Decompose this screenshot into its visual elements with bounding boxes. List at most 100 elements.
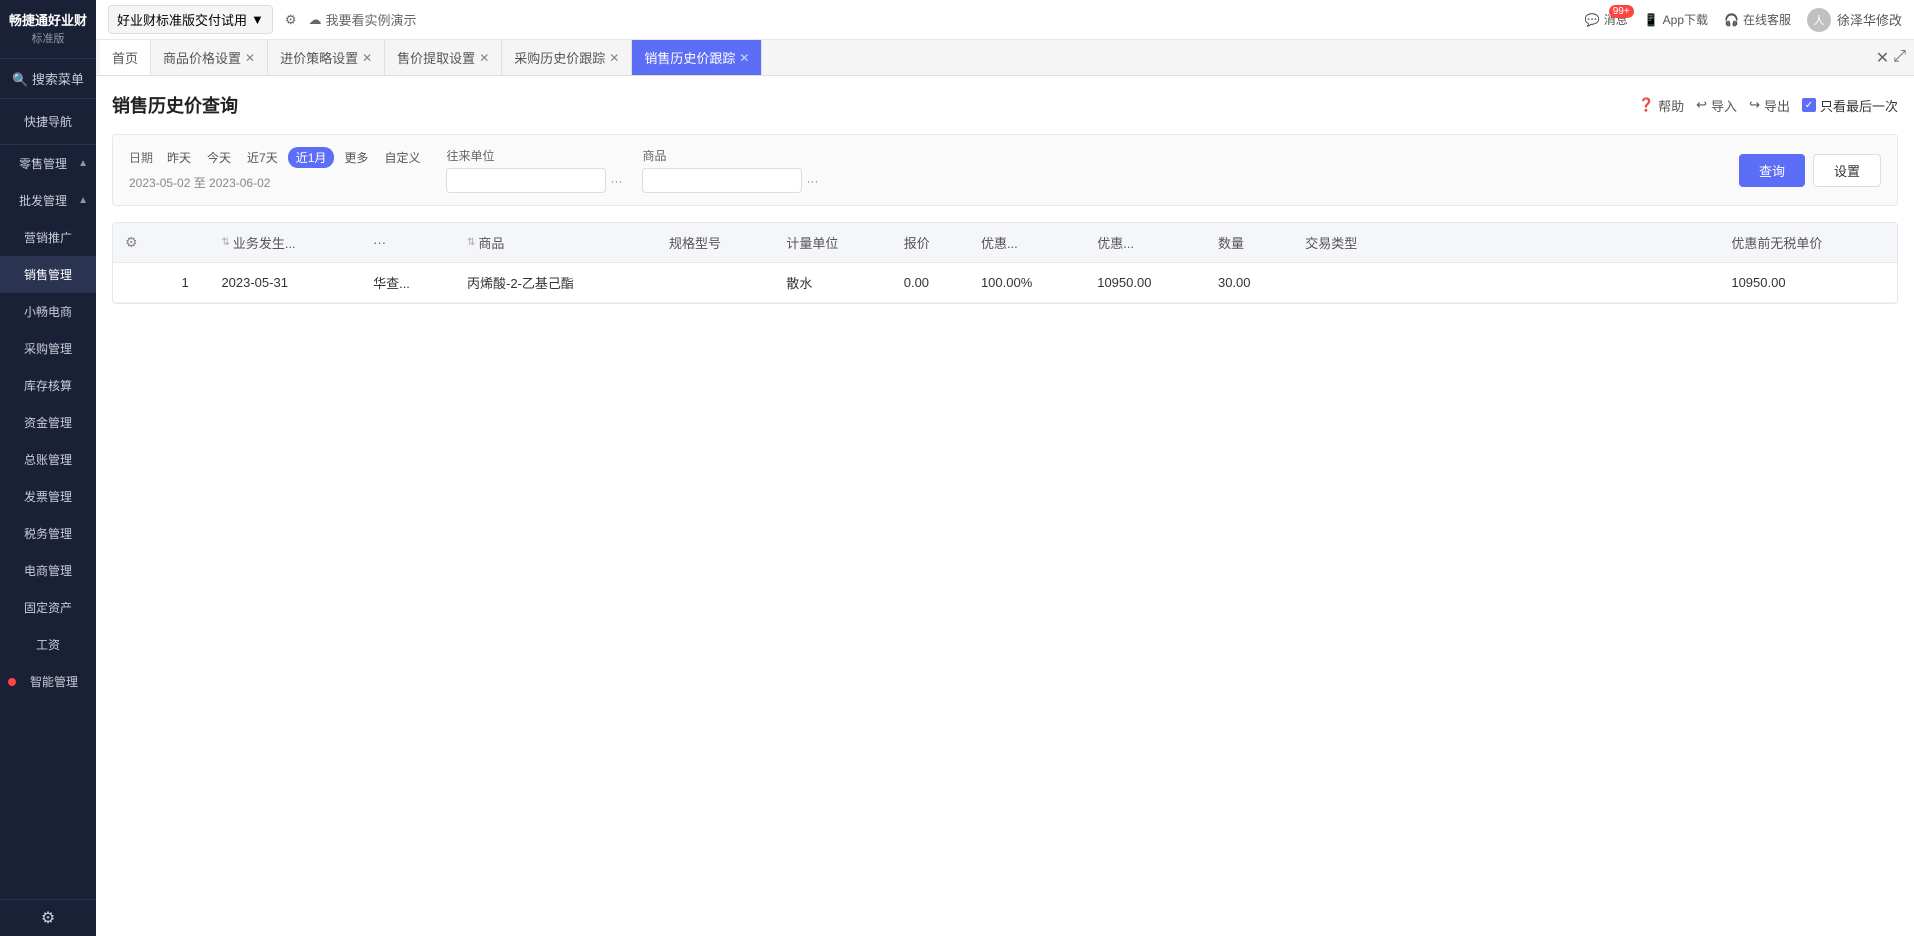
app-edition: 标准版 (32, 30, 65, 46)
date-opt-more[interactable]: 更多 (338, 147, 374, 168)
tab-sale-price-extract-close[interactable]: ✕ (479, 51, 489, 65)
messages-btn[interactable]: 💬 消息 99+ (1585, 11, 1628, 28)
cell-qty: 30.00 (1206, 263, 1293, 303)
sidebar-item-finance[interactable]: 资金管理 (0, 404, 96, 441)
user-info[interactable]: 人 徐泽华修改 (1807, 8, 1902, 32)
col-discount1: 优惠... (969, 223, 1085, 263)
online-service-btn[interactable]: 🎧 在线客服 (1724, 11, 1791, 28)
data-table: ⚙ ⇅业务发生... ··· ⇅商品 规格型号 计量单位 报价 优惠... 优惠… (113, 223, 1897, 303)
table-body: 12023-05-31华查...丙烯酸-2-乙基己酯散水0.00100.00%1… (113, 263, 1897, 303)
sidebar-item-smart[interactable]: 智能管理 (0, 663, 96, 700)
col-gear[interactable]: ⚙ (113, 223, 169, 263)
sidebar-item-ecommerce-small[interactable]: 小畅电商 (0, 293, 96, 330)
sidebar-item-quick-nav[interactable]: 快捷导航 (0, 107, 96, 136)
sidebar-search[interactable]: 🔍 搜索菜单 (0, 59, 96, 99)
app-selector[interactable]: 好业财标准版交付试用 ▼ (108, 5, 273, 34)
sidebar-item-label-purchase: 采购管理 (8, 340, 88, 357)
sidebar-item-marketing[interactable]: 营销推广 (0, 219, 96, 256)
query-btn[interactable]: 查询 (1739, 154, 1805, 187)
tab-home-label: 首页 (112, 48, 138, 67)
dropdown-icon: ▼ (251, 12, 264, 27)
date-options: 昨天 今天 近7天 近1月 更多 自定义 (161, 147, 426, 168)
sidebar-item-retail[interactable]: 零售管理▲ (0, 145, 96, 182)
date-opt-last7[interactable]: 近7天 (241, 147, 284, 168)
app-download-btn[interactable]: 📱 App下载 (1644, 11, 1708, 28)
page-content: 销售历史价查询 ❓ 帮助 ↩ 导入 ↪ 导出 ✓ (96, 76, 1914, 936)
sidebar-item-ledger[interactable]: 总账管理 (0, 441, 96, 478)
sidebar-item-invoice[interactable]: 发票管理 (0, 478, 96, 515)
col-unit: 计量单位 (774, 223, 891, 263)
cell-trans-type (1293, 263, 1410, 303)
quick-nav-label: 快捷导航 (24, 115, 72, 129)
quick-nav: 快捷导航 (0, 99, 96, 145)
demo-link[interactable]: ☁ 我要看实例演示 (309, 10, 417, 29)
sidebar-item-tax[interactable]: 税务管理 (0, 515, 96, 552)
tab-maximize-btn[interactable]: ⤢ (1893, 48, 1906, 68)
settings-btn[interactable]: 设置 (1813, 154, 1881, 187)
cell-tax-price: 10950.00 (1719, 263, 1897, 303)
tab-product-price-close[interactable]: ✕ (245, 51, 255, 65)
help-btn[interactable]: ❓ 帮助 (1638, 96, 1684, 115)
tab-purchase-strategy-close[interactable]: ✕ (362, 51, 372, 65)
tab-close-btn[interactable]: ✕ (1876, 48, 1889, 68)
sidebar-item-inventory[interactable]: 库存核算 (0, 367, 96, 404)
sidebar-bottom: ⚙ (0, 899, 96, 936)
tab-sale-price-extract[interactable]: 售价提取设置 ✕ (385, 40, 502, 76)
tab-product-price[interactable]: 商品价格设置 ✕ (151, 40, 268, 76)
tab-purchase-strategy-label: 进价策略设置 (280, 48, 358, 67)
checkbox-icon: ✓ (1802, 98, 1816, 112)
import-label: 导入 (1711, 96, 1737, 115)
table-header-row: ⚙ ⇅业务发生... ··· ⇅商品 规格型号 计量单位 报价 优惠... 优惠… (113, 223, 1897, 263)
cell-spacer (1411, 263, 1720, 303)
date-opt-custom[interactable]: 自定义 (378, 147, 426, 168)
topbar-settings-btn[interactable]: ⚙ (281, 8, 301, 32)
online-service-label: 在线客服 (1743, 11, 1791, 28)
cell-partner: 华查... (361, 263, 455, 303)
sidebar-item-arrow-retail: ▲ (78, 158, 88, 169)
col-biz-date[interactable]: ⇅业务发生... (209, 223, 361, 263)
tab-sale-history-close[interactable]: ✕ (739, 51, 749, 65)
product-input[interactable] (642, 168, 802, 193)
download-icon: 📱 (1644, 13, 1659, 27)
date-opt-today[interactable]: 今天 (201, 147, 237, 168)
tab-purchase-history-close[interactable]: ✕ (609, 51, 619, 65)
demo-label: 我要看实例演示 (326, 10, 417, 29)
product-more-btn[interactable]: ··· (806, 174, 818, 188)
import-btn[interactable]: ↩ 导入 (1696, 96, 1737, 115)
help-icon: ❓ (1638, 97, 1654, 113)
tab-purchase-strategy[interactable]: 进价策略设置 ✕ (268, 40, 385, 76)
sidebar-item-purchase[interactable]: 采购管理 (0, 330, 96, 367)
col-product[interactable]: ⇅商品 (455, 223, 657, 263)
product-input-row: ··· (642, 168, 818, 193)
tab-home[interactable]: 首页 (100, 40, 151, 76)
sidebar-item-wholesale[interactable]: 批发管理▲ (0, 182, 96, 219)
col-more[interactable]: ··· (361, 223, 455, 263)
red-dot-icon (8, 678, 16, 686)
sidebar-item-fixed-assets[interactable]: 固定资产 (0, 589, 96, 626)
only-last-toggle[interactable]: ✓ 只看最后一次 (1802, 96, 1898, 115)
filter-actions: 查询 设置 (1739, 154, 1881, 187)
tab-sale-history[interactable]: 销售历史价跟踪 ✕ (632, 40, 762, 76)
tabs-controls: ✕ ⤢ (1872, 48, 1910, 68)
partner-input[interactable] (446, 168, 606, 193)
date-opt-yesterday[interactable]: 昨天 (161, 147, 197, 168)
topbar: 好业财标准版交付试用 ▼ ⚙ ☁ 我要看实例演示 💬 消息 99+ 📱 App下… (96, 0, 1914, 40)
table-row: 12023-05-31华查...丙烯酸-2-乙基己酯散水0.00100.00%1… (113, 263, 1897, 303)
sidebar-item-label-finance: 资金管理 (8, 414, 88, 431)
filter-product-group: 商品 ··· (642, 147, 818, 193)
tab-purchase-history[interactable]: 采购历史价跟踪 ✕ (502, 40, 632, 76)
cell-spec (657, 263, 774, 303)
sidebar-logo: 畅捷通好业财 标准版 (0, 0, 96, 59)
app-download-label: App下载 (1663, 11, 1708, 28)
sidebar-item-ecommerce[interactable]: 电商管理 (0, 552, 96, 589)
export-label: 导出 (1764, 96, 1790, 115)
sidebar-item-payroll[interactable]: 工资 (0, 626, 96, 663)
export-btn[interactable]: ↪ 导出 (1749, 96, 1790, 115)
settings-icon[interactable]: ⚙ (41, 910, 55, 927)
messages-icon: 💬 (1585, 13, 1600, 27)
filter-date-group: 日期 昨天 今天 近7天 近1月 更多 自定义 2023-05-02 至 202… (129, 147, 426, 191)
date-opt-last1month[interactable]: 近1月 (288, 147, 335, 168)
cell-num: 1 (169, 263, 209, 303)
sidebar-item-sales[interactable]: 销售管理 (0, 256, 96, 293)
partner-more-btn[interactable]: ··· (610, 174, 622, 188)
